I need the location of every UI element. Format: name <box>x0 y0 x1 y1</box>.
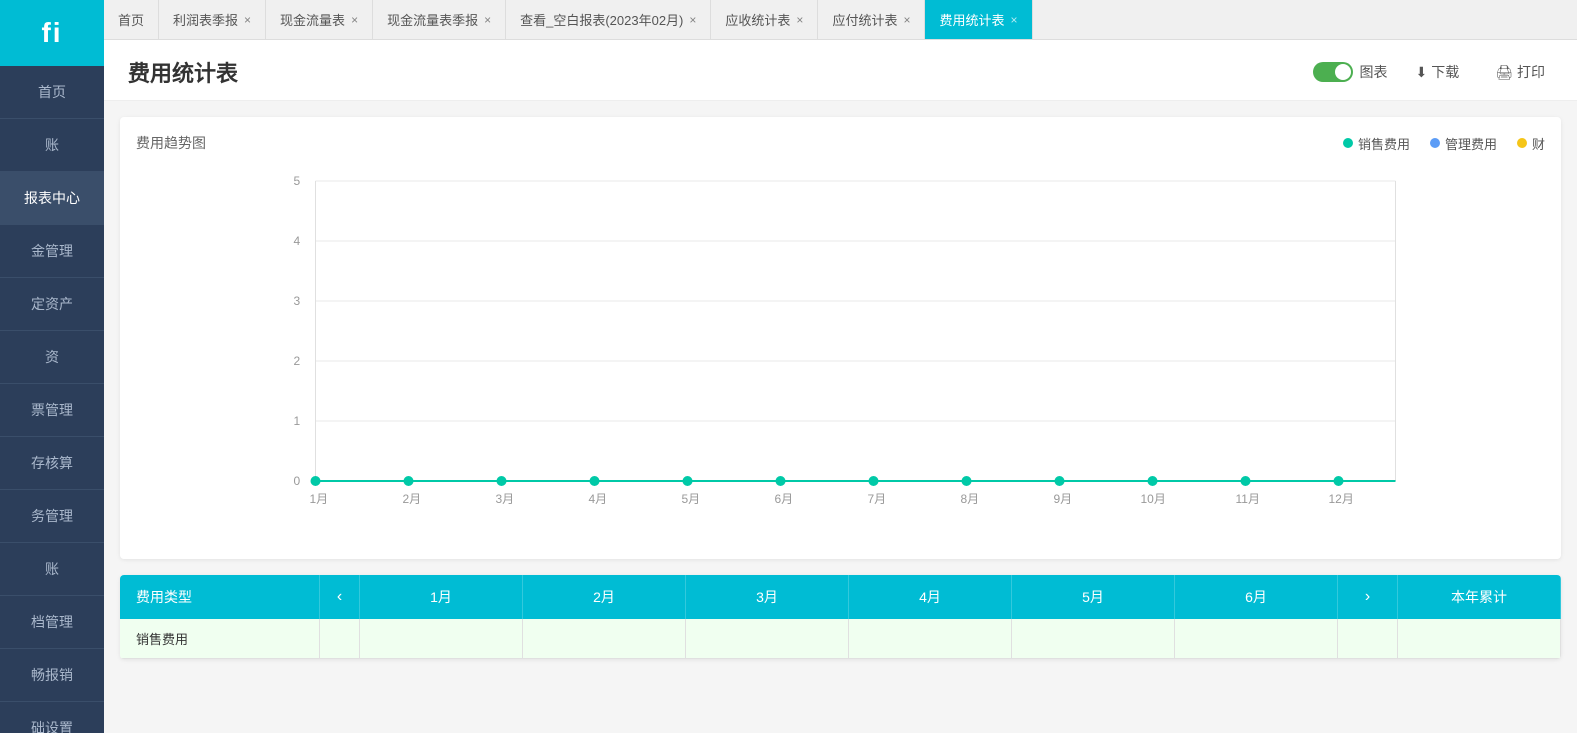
next-arrow-icon[interactable]: › <box>1361 588 1374 606</box>
svg-text:3月: 3月 <box>496 492 515 506</box>
sidebar: fi 首页 账 报表中心 金管理 定资产 资 票管理 存核算 务管理 账 档管理… <box>0 0 104 733</box>
col-prev-arrow[interactable]: ‹ <box>320 575 360 619</box>
legend-sales: 销售费用 <box>1343 134 1410 153</box>
svg-text:10月: 10月 <box>1141 492 1166 506</box>
cell-nav2 <box>1338 619 1398 658</box>
close-tab-profit[interactable]: × <box>244 13 251 27</box>
cell-m6 <box>1175 619 1338 658</box>
col-m2: 2月 <box>523 575 686 619</box>
tab-cashflow[interactable]: 现金流量表 × <box>266 0 373 39</box>
sidebar-item-account[interactable]: 账 <box>0 543 104 596</box>
svg-text:8月: 8月 <box>961 492 980 506</box>
legend-dot-admin <box>1430 138 1440 148</box>
svg-text:7月: 7月 <box>868 492 887 506</box>
svg-text:5: 5 <box>294 174 301 188</box>
page-title: 费用统计表 <box>128 56 238 88</box>
cell-m4 <box>849 619 1012 658</box>
svg-text:12月: 12月 <box>1329 492 1354 506</box>
cell-nav <box>320 619 360 658</box>
chart-legend: 销售费用 管理费用 财 <box>1343 134 1545 153</box>
svg-text:4月: 4月 <box>589 492 608 506</box>
main-area: 首页 利润表季报 × 现金流量表 × 现金流量表季报 × 查看_空白报表(202… <box>104 0 1577 733</box>
tab-profit-quarterly[interactable]: 利润表季报 × <box>159 0 266 39</box>
prev-arrow-icon[interactable]: ‹ <box>333 588 346 606</box>
chart-header: 费用趋势图 销售费用 管理费用 财 <box>136 133 1545 153</box>
svg-text:11月: 11月 <box>1236 492 1260 506</box>
tab-payable[interactable]: 应付统计表 × <box>818 0 925 39</box>
close-tab-cashflow-q[interactable]: × <box>484 13 491 27</box>
close-tab-payable[interactable]: × <box>903 13 910 27</box>
svg-text:9月: 9月 <box>1054 492 1073 506</box>
sidebar-item-service[interactable]: 务管理 <box>0 490 104 543</box>
sidebar-item-home[interactable]: 首页 <box>0 66 104 119</box>
trend-chart: 5 4 3 2 1 0 <box>136 163 1545 523</box>
cell-m5 <box>1012 619 1175 658</box>
cell-type: 销售费用 <box>120 619 320 658</box>
page-header: 费用统计表 图表 ⬇ 下载 🖨 打印 <box>104 40 1577 101</box>
col-ytd: 本年累计 <box>1398 575 1561 619</box>
close-tab-cashflow[interactable]: × <box>351 13 358 27</box>
expense-table: 费用类型 ‹ 1月 2月 3月 4月 5月 <box>120 575 1561 659</box>
col-m4: 4月 <box>849 575 1012 619</box>
svg-text:1: 1 <box>294 414 301 428</box>
col-m6: 6月 <box>1175 575 1338 619</box>
sidebar-item-archive[interactable]: 档管理 <box>0 596 104 649</box>
svg-text:6月: 6月 <box>775 492 794 506</box>
close-tab-expense[interactable]: × <box>1010 13 1017 27</box>
col-m1: 1月 <box>360 575 523 619</box>
print-icon: 🖨 <box>1495 64 1513 81</box>
legend-finance: 财 <box>1517 134 1545 153</box>
legend-admin: 管理费用 <box>1430 134 1497 153</box>
sidebar-item-inventory[interactable]: 存核算 <box>0 437 104 490</box>
sidebar-logo: fi <box>0 0 104 66</box>
page-content: 费用统计表 图表 ⬇ 下载 🖨 打印 费用趋势图 <box>104 40 1577 733</box>
chart-title: 费用趋势图 <box>136 133 206 153</box>
sidebar-item-resource[interactable]: 资 <box>0 331 104 384</box>
sidebar-item-settings[interactable]: 础设置 <box>0 702 104 733</box>
table-header: 费用类型 ‹ 1月 2月 3月 4月 5月 <box>120 575 1561 619</box>
svg-text:2: 2 <box>294 354 301 368</box>
tab-bar: 首页 利润表季报 × 现金流量表 × 现金流量表季报 × 查看_空白报表(202… <box>104 0 1577 40</box>
chart-toggle[interactable] <box>1313 62 1353 82</box>
legend-dot-finance <box>1517 138 1527 148</box>
sidebar-scroll: 首页 账 报表中心 金管理 定资产 资 票管理 存核算 务管理 账 档管理 畅报… <box>0 66 104 733</box>
close-tab-receivable[interactable]: × <box>796 13 803 27</box>
tab-home[interactable]: 首页 <box>104 0 159 39</box>
svg-text:0: 0 <box>294 474 301 488</box>
svg-text:3: 3 <box>294 294 301 308</box>
tab-receivable[interactable]: 应收统计表 × <box>711 0 818 39</box>
table-row: 销售费用 <box>120 619 1561 659</box>
chart-toggle-label: 图表 <box>1313 62 1387 82</box>
header-actions: 图表 ⬇ 下载 🖨 打印 <box>1313 58 1553 86</box>
sidebar-item-ledger[interactable]: 账 <box>0 119 104 172</box>
col-next-arrow[interactable]: › <box>1338 575 1398 619</box>
close-tab-blank[interactable]: × <box>689 13 696 27</box>
cell-m3 <box>686 619 849 658</box>
col-type: 费用类型 <box>120 575 320 619</box>
svg-text:4: 4 <box>294 234 301 248</box>
cell-m1 <box>360 619 523 658</box>
sidebar-item-finance[interactable]: 金管理 <box>0 225 104 278</box>
sidebar-item-reports[interactable]: 报表中心 <box>0 172 104 225</box>
svg-text:5月: 5月 <box>682 492 701 506</box>
tab-cashflow-quarterly[interactable]: 现金流量表季报 × <box>373 0 506 39</box>
svg-text:1月: 1月 <box>310 492 329 506</box>
download-button[interactable]: ⬇ 下载 <box>1407 58 1467 86</box>
legend-dot-sales <box>1343 138 1353 148</box>
chart-area: 费用趋势图 销售费用 管理费用 财 <box>120 117 1561 559</box>
svg-text:2月: 2月 <box>403 492 422 506</box>
sidebar-item-fixed-assets[interactable]: 定资产 <box>0 278 104 331</box>
print-button[interactable]: 🖨 打印 <box>1487 58 1553 86</box>
chart-svg-wrapper: 5 4 3 2 1 0 <box>136 163 1545 543</box>
tab-blank-report[interactable]: 查看_空白报表(2023年02月) × <box>506 0 711 39</box>
sidebar-item-invoice[interactable]: 票管理 <box>0 384 104 437</box>
tab-expense-stats[interactable]: 费用统计表 × <box>925 0 1032 39</box>
cell-m2 <box>523 619 686 658</box>
sidebar-item-expense[interactable]: 畅报销 <box>0 649 104 702</box>
col-m3: 3月 <box>686 575 849 619</box>
download-icon: ⬇ <box>1415 64 1427 81</box>
cell-ytd <box>1398 619 1561 658</box>
col-m5: 5月 <box>1012 575 1175 619</box>
